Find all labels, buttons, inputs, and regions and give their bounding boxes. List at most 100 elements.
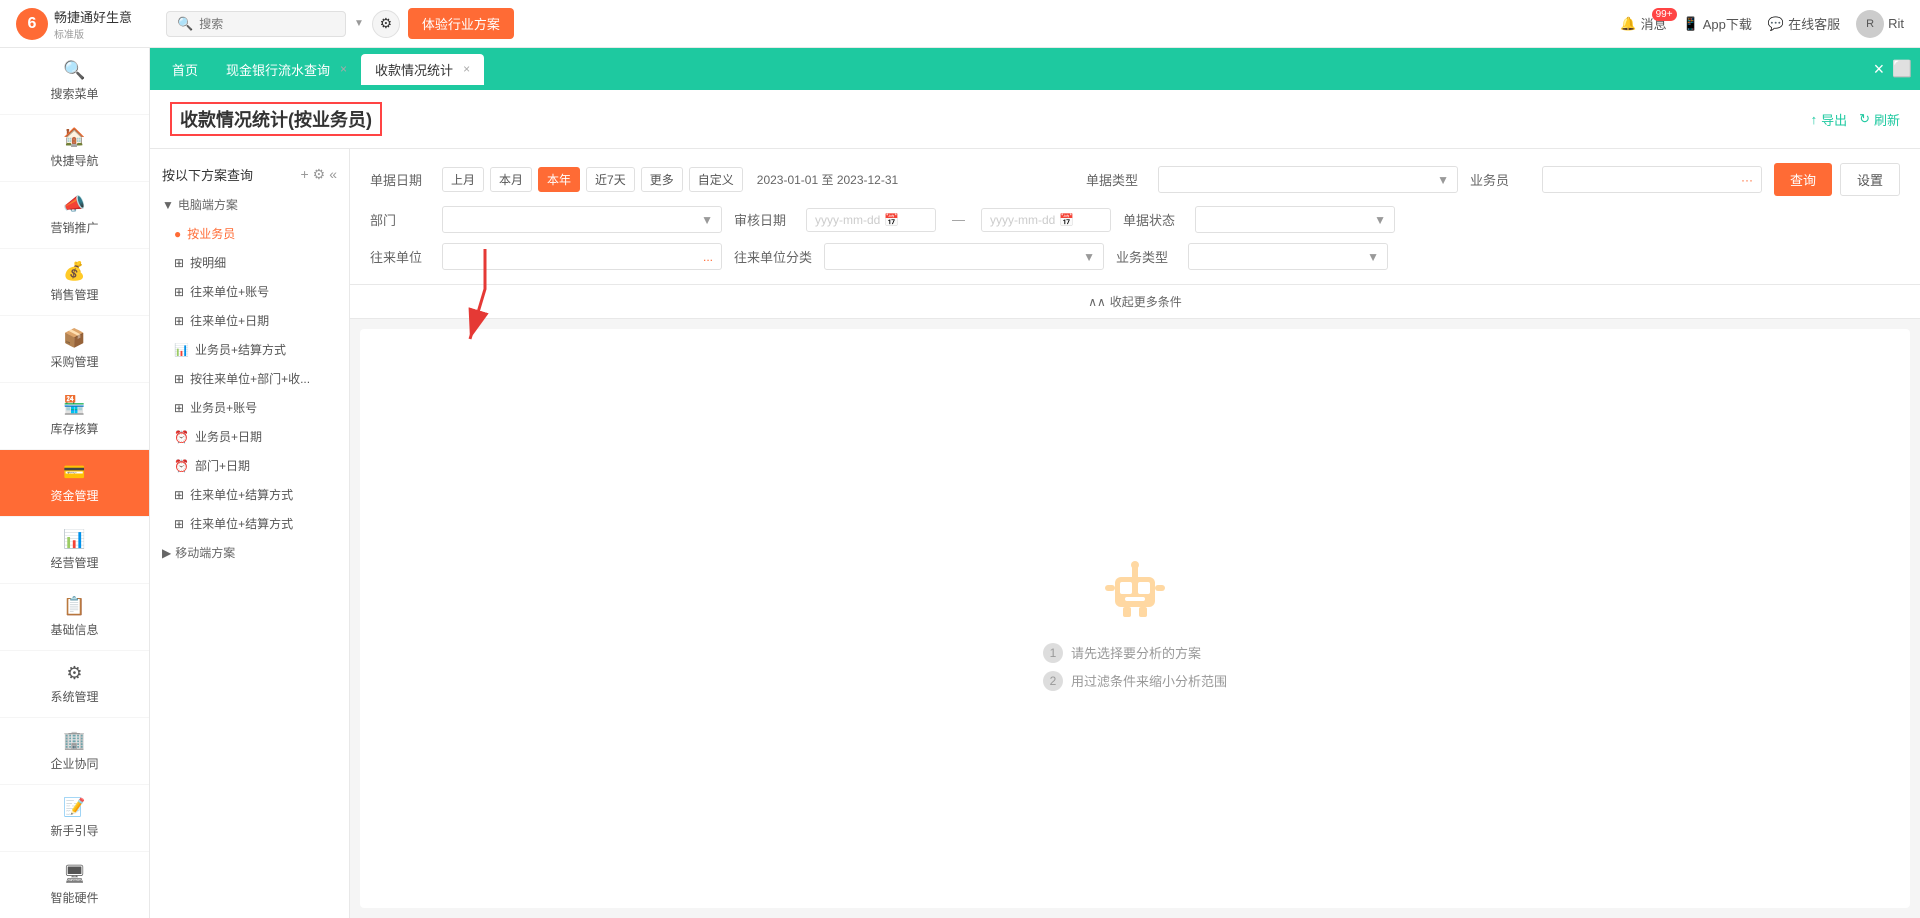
date-btn-custom[interactable]: 自定义 xyxy=(689,167,743,192)
messages-button[interactable]: 🔔 消息 99+ xyxy=(1620,14,1666,33)
unit-more-btn[interactable]: ... xyxy=(703,250,713,264)
dept-date-icon: ⏰ xyxy=(174,459,189,473)
desktop-section[interactable]: ▼ 电脑端方案 xyxy=(150,190,349,219)
tab-receipt-close[interactable]: × xyxy=(463,62,470,76)
menu-item-unit-settle[interactable]: ⊞ 往来单位+结算方式 xyxy=(150,480,349,509)
empty-state: 1 请先选择要分析的方案 2 用过滤条件来缩小分析范围 xyxy=(360,329,1910,908)
enterprise-icon: 🏢 xyxy=(63,730,85,751)
header-search-box[interactable]: 🔍 xyxy=(166,11,346,37)
date-btn-last-month[interactable]: 上月 xyxy=(442,167,484,192)
sidebar-item-hardware[interactable]: 🖥 智能硬件 xyxy=(0,852,149,918)
gear-button[interactable]: ⚙ xyxy=(372,10,400,38)
dept-select[interactable]: ▼ xyxy=(442,206,722,233)
query-row-1: 单据日期 上月 本月 本年 近7天 更多 自定义 2023-01-01 至 20… xyxy=(370,163,1900,196)
tab-bank[interactable]: 现金银行流水查询 × xyxy=(212,54,361,85)
mobile-arrow: ▶ xyxy=(162,546,171,560)
main-content: 首页 现金银行流水查询 × 收款情况统计 × × ⬜ 收款情况统计(按业务员) … xyxy=(150,48,1920,918)
sidebar-item-operations[interactable]: 📊 经营管理 xyxy=(0,517,149,584)
main-layout: 🔍 搜索菜单 🏠 快捷导航 📣 营销推广 💰 销售管理 📦 采购管理 🏪 库存核… xyxy=(0,0,1920,918)
date-btn-this-month[interactable]: 本月 xyxy=(490,167,532,192)
tab-home[interactable]: 首页 xyxy=(158,54,212,85)
download-icon: 📱 xyxy=(1683,16,1699,32)
search-input[interactable] xyxy=(199,17,319,31)
export-button[interactable]: ↑ 导出 xyxy=(1811,110,1848,129)
panel-collapse-button[interactable]: « xyxy=(329,166,337,183)
collapse-icon: ∧∧ xyxy=(1088,295,1106,309)
empty-tip-2: 2 用过滤条件来缩小分析范围 xyxy=(1043,671,1227,691)
desktop-arrow: ▼ xyxy=(162,198,174,212)
menu-item-salesman-account[interactable]: ⊞ 业务员+账号 xyxy=(150,393,349,422)
tab-expand-icon[interactable]: ⬜ xyxy=(1892,59,1912,79)
detail-icon: ⊞ xyxy=(174,256,184,270)
message-icon: 🔔 xyxy=(1620,16,1636,32)
biz-type-label: 业务类型 xyxy=(1116,247,1176,266)
query-btn-group: 查询 设置 xyxy=(1774,163,1900,196)
query-button[interactable]: 查询 xyxy=(1774,163,1832,196)
quicknav-icon: 🏠 xyxy=(63,127,85,148)
date-btn-more[interactable]: 更多 xyxy=(641,167,683,192)
refresh-button[interactable]: ↻ 刷新 xyxy=(1859,110,1900,129)
panel-add-button[interactable]: + xyxy=(300,166,308,183)
menu-item-dept-date[interactable]: ⏰ 部门+日期 xyxy=(150,451,349,480)
tab-bar-actions: × ⬜ xyxy=(1874,59,1912,80)
search-icon: 🔍 xyxy=(177,16,193,32)
date-btn-this-year[interactable]: 本年 xyxy=(538,167,580,192)
sidebar-item-guide[interactable]: 📝 新手引导 xyxy=(0,785,149,852)
tab-receipt[interactable]: 收款情况统计 × xyxy=(361,54,484,85)
menu-item-salesman-settle[interactable]: 📊 业务员+结算方式 xyxy=(150,335,349,364)
menu-item-unit-date[interactable]: ⊞ 往来单位+日期 xyxy=(150,306,349,335)
menu-item-by-detail[interactable]: ⊞ 按明细 xyxy=(150,248,349,277)
online-service-button[interactable]: 💬 在线客服 xyxy=(1768,14,1840,33)
query-row-2: 部门 ▼ 审核日期 yyyy-mm-dd 📅 — yyyy-mm-dd xyxy=(370,206,1900,233)
sidebar-item-marketing[interactable]: 📣 营销推广 xyxy=(0,182,149,249)
page-title: 收款情况统计(按业务员) xyxy=(170,102,382,136)
date-range-display: 2023-01-01 至 2023-12-31 xyxy=(757,171,898,188)
tab-close-all-icon[interactable]: × xyxy=(1874,59,1885,80)
sidebar-item-purchase[interactable]: 📦 采购管理 xyxy=(0,316,149,383)
collapse-bar[interactable]: ∧∧ 收起更多条件 xyxy=(350,285,1920,319)
sidebar-item-finance[interactable]: 💳 资金管理 xyxy=(0,450,149,517)
salesman-more-icon[interactable]: ··· xyxy=(1741,173,1753,187)
sidebar-item-sales[interactable]: 💰 销售管理 xyxy=(0,249,149,316)
unit-category-select[interactable]: ▼ xyxy=(824,243,1104,270)
sales-icon: 💰 xyxy=(63,261,85,282)
sidebar: 🔍 搜索菜单 🏠 快捷导航 📣 营销推广 💰 销售管理 📦 采购管理 🏪 库存核… xyxy=(0,48,150,918)
tab-bar: 首页 现金银行流水查询 × 收款情况统计 × × ⬜ xyxy=(150,48,1920,90)
menu-item-salesman-date[interactable]: ⏰ 业务员+日期 xyxy=(150,422,349,451)
menu-item-unit-dept[interactable]: ⊞ 按往来单位+部门+收... xyxy=(150,364,349,393)
sidebar-item-search[interactable]: 🔍 搜索菜单 xyxy=(0,48,149,115)
date-btn-7days[interactable]: 近7天 xyxy=(586,167,635,192)
category-select[interactable]: ▼ xyxy=(1158,166,1458,193)
panel-settings-button[interactable]: ⚙ xyxy=(313,166,326,183)
mobile-section[interactable]: ▶ 移动端方案 xyxy=(150,538,349,567)
sidebar-item-quicknav[interactable]: 🏠 快捷导航 xyxy=(0,115,149,182)
menu-item-unit-settle2[interactable]: ⊞ 往来单位+结算方式 xyxy=(150,509,349,538)
hardware-icon: 🖥 xyxy=(63,864,86,885)
sidebar-item-enterprise[interactable]: 🏢 企业协同 xyxy=(0,718,149,785)
sidebar-item-system[interactable]: ⚙ 系统管理 xyxy=(0,651,149,718)
dept-label: 部门 xyxy=(370,210,430,229)
trial-button[interactable]: 体验行业方案 xyxy=(408,8,514,39)
search-dropdown-arrow[interactable]: ▼ xyxy=(354,18,364,29)
sidebar-item-inventory[interactable]: 🏪 库存核算 xyxy=(0,383,149,450)
review-date-to[interactable]: yyyy-mm-dd 📅 xyxy=(981,208,1111,232)
date-label: 单据日期 xyxy=(370,170,430,189)
status-select[interactable]: ▼ xyxy=(1195,206,1395,233)
query-row-3: 往来单位 ... 往来单位分类 ▼ 业务类型 xyxy=(370,243,1900,270)
app-badge: 标准版 xyxy=(54,26,132,41)
review-date-from[interactable]: yyyy-mm-dd 📅 xyxy=(806,208,936,232)
empty-robot-icon xyxy=(1095,547,1175,627)
app-download-button[interactable]: 📱 App下载 xyxy=(1683,14,1752,33)
unit-select[interactable]: ... xyxy=(442,243,722,270)
sidebar-item-basic[interactable]: 📋 基础信息 xyxy=(0,584,149,651)
biz-type-select[interactable]: ▼ xyxy=(1188,243,1388,270)
salesman-label: 业务员 xyxy=(1470,170,1530,189)
salesman-icon: ● xyxy=(174,227,181,241)
menu-item-unit-account[interactable]: ⊞ 往来单位+账号 xyxy=(150,277,349,306)
menu-item-by-salesman[interactable]: ● 按业务员 xyxy=(150,219,349,248)
setting-button[interactable]: 设置 xyxy=(1840,163,1900,196)
tab-bank-close[interactable]: × xyxy=(340,62,347,76)
user-avatar-area[interactable]: R Rit xyxy=(1856,10,1904,38)
salesman-select[interactable]: ··· xyxy=(1542,166,1762,193)
category-select-arrow: ▼ xyxy=(1437,173,1449,187)
